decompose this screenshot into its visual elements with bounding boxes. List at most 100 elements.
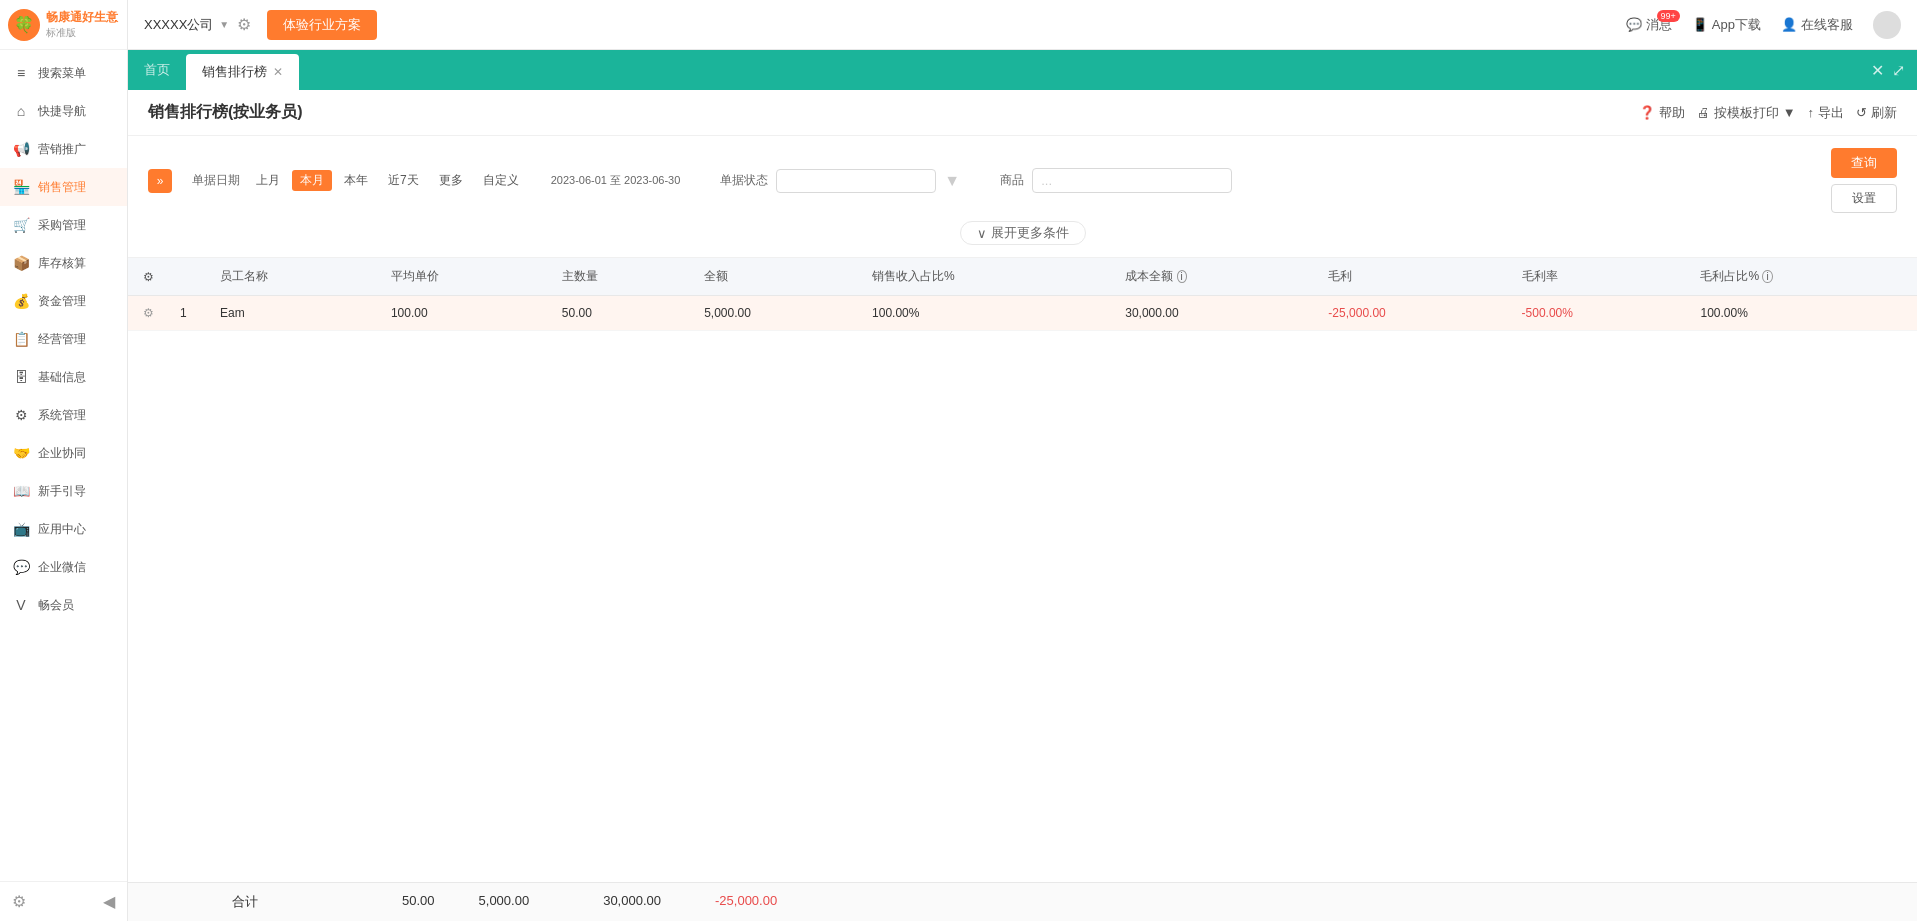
doc-status-select[interactable] xyxy=(776,169,936,193)
cell-gross-rate-0: -500.00% xyxy=(1510,296,1689,331)
messages-action[interactable]: 💬 消息 99+ xyxy=(1626,16,1672,34)
date-opt-custom[interactable]: 自定义 xyxy=(475,170,527,191)
col-rank xyxy=(168,258,208,296)
nav-label-enterprise-wechat: 企业微信 xyxy=(38,559,86,576)
sidebar-item-quick-nav[interactable]: ⌂ 快捷导航 xyxy=(0,92,127,130)
sidebar-item-basic-info[interactable]: 🗄 基础信息 xyxy=(0,358,127,396)
sidebar-item-search-order[interactable]: ≡ 搜索菜单 xyxy=(0,54,127,92)
nav-label-purchase: 采购管理 xyxy=(38,217,86,234)
date-opt-this-year[interactable]: 本年 xyxy=(336,170,376,191)
sidebar-item-finance[interactable]: 💰 资金管理 xyxy=(0,282,127,320)
sidebar: 🍀 畅康通好生意 标准版 ≡ 搜索菜单 ⌂ 快捷导航 📢 营销推广 🏪 销售管理… xyxy=(0,0,128,921)
template-print-label: 按模板打印 xyxy=(1714,104,1779,122)
date-range-display: 2023-06-01 至 2023-06-30 xyxy=(547,173,681,188)
col-gross: 毛利 xyxy=(1316,258,1509,296)
summary-amount: 5,000.00 xyxy=(467,893,542,911)
nav-icon-inventory: 📦 xyxy=(12,254,30,272)
sidebar-item-purchase[interactable]: 🛒 采购管理 xyxy=(0,206,127,244)
nav-label-quick-nav: 快捷导航 xyxy=(38,103,86,120)
goods-placeholder: ... xyxy=(1041,173,1052,188)
nav-icon-search-order: ≡ xyxy=(12,64,30,82)
company-selector[interactable]: XXXXX公司 ▼ xyxy=(144,16,229,34)
sidebar-item-marketing[interactable]: 📢 营销推广 xyxy=(0,130,127,168)
help-button[interactable]: ❓ 帮助 xyxy=(1639,104,1685,122)
sidebar-item-system[interactable]: ⚙ 系统管理 xyxy=(0,396,127,434)
tab-sales-rank-label: 销售排行榜 xyxy=(202,63,267,81)
refresh-icon: ↺ xyxy=(1856,105,1867,120)
online-support-action[interactable]: 👤 在线客服 xyxy=(1781,16,1853,34)
app-icon: 📱 xyxy=(1692,17,1708,32)
cell-sales-pct-0: 100.00% xyxy=(860,296,1113,331)
cell-avg-price-0: 100.00 xyxy=(379,296,550,331)
date-options: 上月 本月 本年 近7天 更多 自定义 xyxy=(248,170,527,191)
tab-close-all-icon[interactable]: ✕ xyxy=(1871,61,1884,80)
doc-status-select-wrap[interactable] xyxy=(776,169,936,193)
nav-icon-finance: 💰 xyxy=(12,292,30,310)
table-header-row: ⚙ 员工名称 平均单价 主数量 全额 销售收入占比% 成本全额 i 毛利 毛利率… xyxy=(128,258,1917,296)
messages-badge: 99+ xyxy=(1657,10,1680,22)
nav-icon-system: ⚙ xyxy=(12,406,30,424)
date-range-text: 2023-06-01 至 2023-06-30 xyxy=(551,173,681,188)
topbar-settings-icon[interactable]: ⚙ xyxy=(237,15,251,34)
export-label: 导出 xyxy=(1818,104,1844,122)
col-avg-price: 平均单价 xyxy=(379,258,550,296)
sidebar-item-inventory[interactable]: 📦 库存核算 xyxy=(0,244,127,282)
sidebar-item-enterprise-collab[interactable]: 🤝 企业协同 xyxy=(0,434,127,472)
logo-icon: 🍀 xyxy=(8,9,40,41)
app-download-action[interactable]: 📱 App下载 xyxy=(1692,16,1761,34)
tab-sales-rank[interactable]: 销售排行榜 ✕ xyxy=(186,54,299,90)
nav-icon-basic-info: 🗄 xyxy=(12,368,30,386)
col-settings[interactable]: ⚙ xyxy=(128,258,168,296)
sidebar-item-vip[interactable]: V 畅会员 xyxy=(0,586,127,624)
nav-label-sales: 销售管理 xyxy=(38,179,86,196)
date-opt-last-7-days[interactable]: 近7天 xyxy=(380,170,427,191)
sidebar-item-enterprise-wechat[interactable]: 💬 企业微信 xyxy=(0,548,127,586)
tab-expand-icon[interactable]: ⤢ xyxy=(1892,61,1905,80)
sidebar-item-guide[interactable]: 📖 新手引导 xyxy=(0,472,127,510)
nav-label-guide: 新手引导 xyxy=(38,483,86,500)
date-filter-group: 单据日期 上月 本月 本年 近7天 更多 自定义 xyxy=(192,170,527,191)
date-opt-last-month[interactable]: 上月 xyxy=(248,170,288,191)
app-download-label: App下载 xyxy=(1712,16,1761,34)
export-icon: ↑ xyxy=(1808,105,1815,120)
summary-cost: 30,000.00 xyxy=(591,893,673,911)
trial-button[interactable]: 体验行业方案 xyxy=(267,10,377,40)
date-filter-label: 单据日期 xyxy=(192,172,240,189)
nav-icon-app-center: 📺 xyxy=(12,520,30,538)
content-area: 销售排行榜(按业务员) ❓ 帮助 🖨 按模板打印 ▼ ↑ 导出 ↺ 刷新 xyxy=(128,90,1917,921)
nav-icon-marketing: 📢 xyxy=(12,140,30,158)
goods-input[interactable]: ... xyxy=(1032,168,1232,193)
print-dropdown-arrow: ▼ xyxy=(1783,105,1796,120)
export-button[interactable]: ↑ 导出 xyxy=(1808,104,1845,122)
table-row: ⚙ 1 Eam 100.00 50.00 5,000.00 100.00% 30… xyxy=(128,296,1917,331)
col-gross-rate: 毛利率 xyxy=(1510,258,1689,296)
tab-close-icon[interactable]: ✕ xyxy=(273,65,283,79)
tab-home[interactable]: 首页 xyxy=(128,50,186,90)
template-print-button[interactable]: 🖨 按模板打印 ▼ xyxy=(1697,104,1796,122)
query-button[interactable]: 查询 xyxy=(1831,148,1897,178)
nav-icon-sales: 🏪 xyxy=(12,178,30,196)
settings-button[interactable]: 设置 xyxy=(1831,184,1897,213)
help-label: 帮助 xyxy=(1659,104,1685,122)
nav-icon-purchase: 🛒 xyxy=(12,216,30,234)
cell-cost-0: 30,000.00 xyxy=(1113,296,1316,331)
user-avatar[interactable] xyxy=(1873,11,1901,39)
date-opt-this-month[interactable]: 本月 xyxy=(292,170,332,191)
sidebar-item-sales[interactable]: 🏪 销售管理 xyxy=(0,168,127,206)
nav-label-enterprise-collab: 企业协同 xyxy=(38,445,86,462)
refresh-button[interactable]: ↺ 刷新 xyxy=(1856,104,1897,122)
col-amount: 全额 xyxy=(692,258,860,296)
settings-footer-icon[interactable]: ⚙ xyxy=(12,892,26,911)
date-opt-more[interactable]: 更多 xyxy=(431,170,471,191)
tabbar: 首页 销售排行榜 ✕ ✕ ⤢ xyxy=(128,50,1917,90)
summary-quantity: 50.00 xyxy=(390,893,447,911)
expand-conditions-button[interactable]: ∨ 展开更多条件 xyxy=(960,221,1086,245)
brand-name: 畅康通好生意 xyxy=(46,9,118,26)
collapse-icon[interactable]: ◀ xyxy=(103,892,115,911)
main-area: XXXXX公司 ▼ ⚙ 体验行业方案 💬 消息 99+ 📱 App下载 👤 在线… xyxy=(128,0,1917,921)
doc-status-label: 单据状态 xyxy=(720,172,768,189)
filter-expand-arrow[interactable]: » xyxy=(148,169,172,193)
sidebar-item-app-center[interactable]: 📺 应用中心 xyxy=(0,510,127,548)
sidebar-item-operations[interactable]: 📋 经营管理 xyxy=(0,320,127,358)
cell-settings-0[interactable]: ⚙ xyxy=(128,296,168,331)
